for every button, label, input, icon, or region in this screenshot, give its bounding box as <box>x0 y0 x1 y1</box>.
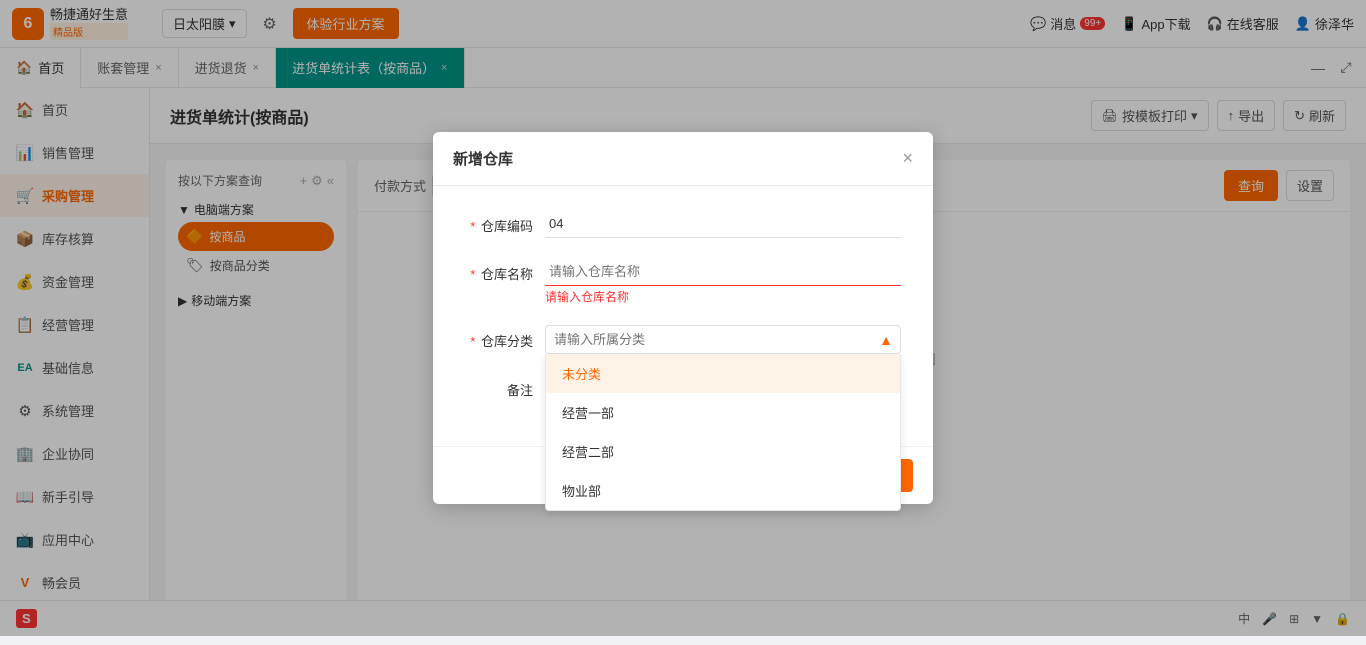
dropdown-item-dept1[interactable]: 经营一部 <box>546 393 900 432</box>
dropdown-item-uncategorized[interactable]: 未分类 <box>546 354 900 393</box>
add-warehouse-modal: 新增仓库 × * 仓库编码 * 仓库名称 请输入仓库名称 <box>433 132 933 504</box>
code-input[interactable] <box>545 210 901 238</box>
category-dropdown: 未分类 经营一部 经营二部 物业部 <box>545 354 901 511</box>
form-row-code: * 仓库编码 <box>465 210 901 238</box>
category-label: * 仓库分类 <box>465 325 545 350</box>
modal-title: 新增仓库 <box>453 148 513 169</box>
modal-close-button[interactable]: × <box>902 148 913 169</box>
category-arrow-icon[interactable]: ▲ <box>879 332 893 348</box>
code-label: * 仓库编码 <box>465 210 545 235</box>
name-label: * 仓库名称 <box>465 258 545 283</box>
name-input[interactable] <box>545 258 901 286</box>
modal-header: 新增仓库 × <box>433 132 933 186</box>
required-star-name: * <box>470 267 475 282</box>
required-star-category: * <box>470 334 475 349</box>
name-input-wrapper: 请输入仓库名称 <box>545 258 901 305</box>
modal-body: * 仓库编码 * 仓库名称 请输入仓库名称 * 仓库分类 <box>433 186 933 446</box>
name-error-msg: 请输入仓库名称 <box>545 288 901 305</box>
form-row-name: * 仓库名称 请输入仓库名称 <box>465 258 901 305</box>
category-input-wrapper: ▲ 未分类 经营一部 经营二部 物业部 <box>545 325 901 354</box>
dropdown-item-dept3[interactable]: 物业部 <box>546 471 900 510</box>
code-input-wrapper <box>545 210 901 238</box>
required-star-code: * <box>470 219 475 234</box>
form-row-category: * 仓库分类 ▲ 未分类 经营一部 经营二部 物业部 <box>465 325 901 354</box>
dropdown-item-dept2[interactable]: 经营二部 <box>546 432 900 471</box>
category-input[interactable] <box>545 325 901 354</box>
note-label: 备注 <box>465 374 545 399</box>
